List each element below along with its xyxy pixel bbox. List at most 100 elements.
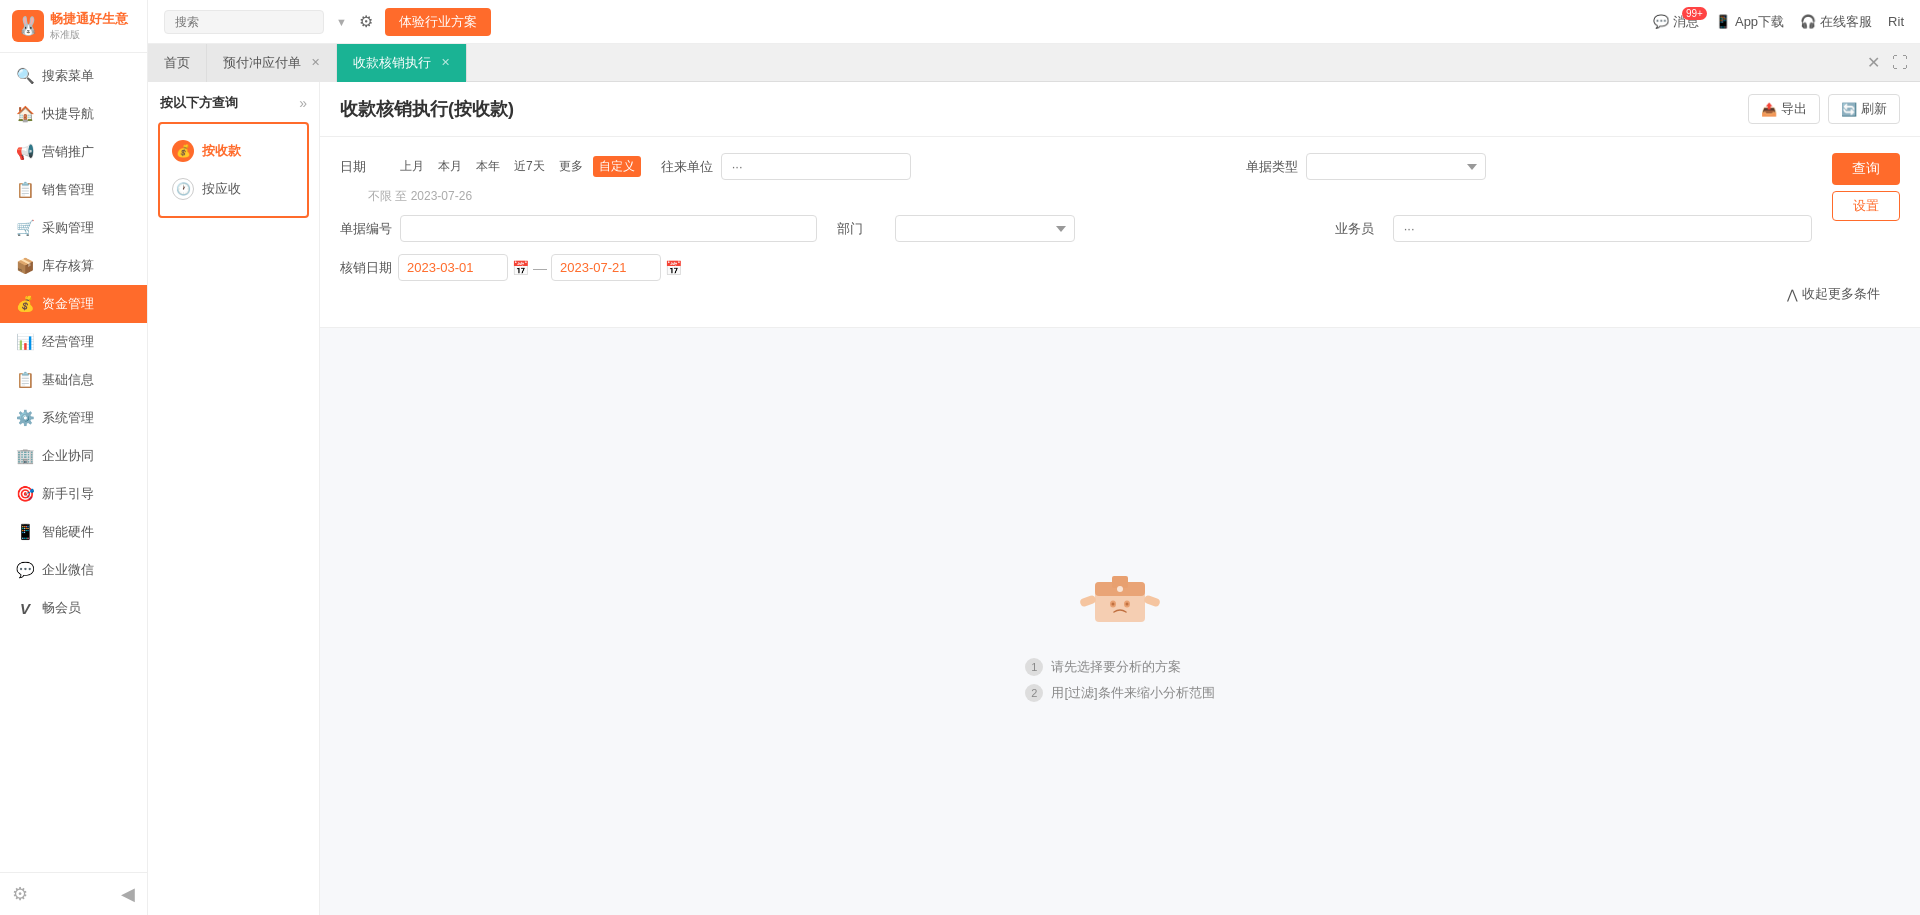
calendar-end-icon[interactable]: 📅	[665, 260, 682, 276]
top-header: ▼ ⚙ 体验行业方案 💬 消息 99+ 📱 App下载 🎧 在线客服 Rit	[148, 0, 1920, 44]
sidebar-item-guide[interactable]: 🎯 新手引导	[0, 475, 147, 513]
more-shortcut[interactable]: 更多	[555, 156, 587, 177]
svg-rect-8	[1079, 594, 1097, 607]
sidebar-logo: 🐰 畅捷通好生意 标准版	[0, 0, 147, 53]
logo-main: 畅捷通好生意	[50, 11, 128, 28]
salesperson-input[interactable]	[1393, 215, 1812, 242]
date-unlimited-text: 不限 至 2023-07-26	[368, 189, 472, 203]
last-month-shortcut[interactable]: 上月	[396, 156, 428, 177]
app-download-label: App下载	[1735, 13, 1784, 31]
empty-illustration	[1070, 542, 1170, 642]
logo-icon: 🐰	[12, 10, 44, 42]
main-content: 收款核销执行(按收款) 📤 导出 🔄 刷新	[320, 82, 1920, 915]
collapse-more-label: 收起更多条件	[1802, 285, 1880, 303]
receipt-icon: 💰	[172, 140, 194, 162]
sidebar-item-finance[interactable]: 💰 资金管理	[0, 285, 147, 323]
tab-maximize-icon[interactable]: ⛶	[1888, 52, 1912, 74]
sidebar-item-sales[interactable]: 📋 销售管理	[0, 171, 147, 209]
tab-close-window-icon[interactable]: ✕	[1863, 51, 1884, 74]
message-button[interactable]: 💬 消息 99+	[1653, 13, 1699, 31]
online-service-button[interactable]: 🎧 在线客服	[1800, 13, 1872, 31]
receivable-icon: 🕐	[172, 178, 194, 200]
sidebar-item-label: 新手引导	[42, 485, 94, 503]
filter-panel-header: 按以下方查询	[160, 94, 238, 112]
sidebar-item-marketing[interactable]: 📢 营销推广	[0, 133, 147, 171]
export-button[interactable]: 📤 导出	[1748, 94, 1820, 124]
verification-end-input[interactable]	[551, 254, 661, 281]
verification-start-input[interactable]	[398, 254, 508, 281]
sidebar-item-label: 系统管理	[42, 409, 94, 427]
sidebar-item-label: 资金管理	[42, 295, 94, 313]
bill-type-select[interactable]	[1306, 153, 1486, 180]
sidebar-item-enterprise[interactable]: 🏢 企业协同	[0, 437, 147, 475]
sidebar-item-label: 畅会员	[42, 599, 81, 617]
empty-tip-2: 2 用[过滤]条件来缩小分析范围	[1025, 684, 1214, 702]
settings-header-icon[interactable]: ⚙	[359, 12, 373, 31]
enterprise-icon: 🏢	[16, 447, 34, 465]
empty-state: 1 请先选择要分析的方案 2 用[过滤]条件来缩小分析范围	[320, 328, 1920, 915]
filter-by-receipt[interactable]: 💰 按收款	[160, 132, 307, 170]
query-button[interactable]: 查询	[1832, 153, 1900, 185]
this-year-shortcut[interactable]: 本年	[472, 156, 504, 177]
online-service-label: 在线客服	[1820, 13, 1872, 31]
bill-type-label: 单据类型	[1246, 158, 1298, 176]
sidebar-item-label: 经营管理	[42, 333, 94, 351]
this-month-shortcut[interactable]: 本月	[434, 156, 466, 177]
filter-by-receivable-label: 按应收	[202, 180, 241, 198]
header-actions: 💬 消息 99+ 📱 App下载 🎧 在线客服 Rit	[1653, 13, 1904, 31]
sidebar-item-purchase[interactable]: 🛒 采购管理	[0, 209, 147, 247]
page-actions: 📤 导出 🔄 刷新	[1748, 94, 1900, 124]
sidebar-item-search[interactable]: 🔍 搜索菜单	[0, 57, 147, 95]
sidebar-item-label: 企业微信	[42, 561, 94, 579]
sidebar-item-basic[interactable]: 📋 基础信息	[0, 361, 147, 399]
tab-bar: 首页 预付冲应付单 ✕ 收款核销执行 ✕ ✕ ⛶	[148, 44, 1920, 82]
department-select[interactable]	[895, 215, 1075, 242]
wechat-icon: 💬	[16, 561, 34, 579]
sidebar-item-wechat[interactable]: 💬 企业微信	[0, 551, 147, 589]
member-icon: V	[16, 600, 34, 617]
bill-type-field: 单据类型	[1246, 153, 1812, 180]
message-icon: 💬	[1653, 14, 1669, 29]
tab-prepay[interactable]: 预付冲应付单 ✕	[207, 44, 337, 82]
header-search-input[interactable]	[164, 10, 324, 34]
sidebar-item-label: 采购管理	[42, 219, 94, 237]
sidebar-item-member[interactable]: V 畅会员	[0, 589, 147, 627]
tip-num-1: 1	[1025, 658, 1043, 676]
page-title: 收款核销执行(按收款)	[340, 97, 514, 121]
query-form: 日期 上月 本月 本年 近7天 更多 自定义	[320, 137, 1920, 328]
verification-date-field: 核销日期 📅 — 📅	[340, 254, 682, 281]
tab-prepay-close-icon[interactable]: ✕	[311, 56, 320, 69]
setting-button[interactable]: 设置	[1832, 191, 1900, 221]
home-icon: 🏠	[16, 105, 34, 123]
custom-date-shortcut[interactable]: 自定义	[593, 156, 641, 177]
industry-solution-button[interactable]: 体验行业方案	[385, 8, 491, 36]
sidebar-item-operations[interactable]: 📊 经营管理	[0, 323, 147, 361]
empty-tip-1-text: 请先选择要分析的方案	[1051, 658, 1181, 676]
tab-controls: ✕ ⛶	[1855, 51, 1920, 74]
collapse-sidebar-icon[interactable]: ◀	[121, 883, 135, 905]
sidebar-item-hardware[interactable]: 📱 智能硬件	[0, 513, 147, 551]
collapse-filter-icon[interactable]: »	[299, 95, 307, 111]
date-label: 日期	[340, 158, 390, 176]
user-name[interactable]: Rit	[1888, 14, 1904, 29]
department-label: 部门	[837, 220, 887, 238]
empty-tip-2-text: 用[过滤]条件来缩小分析范围	[1051, 684, 1214, 702]
counterpart-label: 往来单位	[661, 158, 713, 176]
settings-icon[interactable]: ⚙	[12, 883, 28, 905]
tab-collection-close-icon[interactable]: ✕	[441, 56, 450, 69]
counterpart-input[interactable]	[721, 153, 911, 180]
guide-icon: 🎯	[16, 485, 34, 503]
salesperson-field: 业务员	[1335, 215, 1812, 242]
bill-no-input[interactable]	[400, 215, 817, 242]
app-download-button[interactable]: 📱 App下载	[1715, 13, 1784, 31]
calendar-start-icon[interactable]: 📅	[512, 260, 529, 276]
refresh-button[interactable]: 🔄 刷新	[1828, 94, 1900, 124]
collapse-more-button[interactable]: ⋀ 收起更多条件	[340, 281, 1900, 311]
filter-by-receivable[interactable]: 🕐 按应收	[160, 170, 307, 208]
last-7days-shortcut[interactable]: 近7天	[510, 156, 549, 177]
tab-collection[interactable]: 收款核销执行 ✕	[337, 44, 467, 82]
sidebar-item-system[interactable]: ⚙️ 系统管理	[0, 399, 147, 437]
tab-home[interactable]: 首页	[148, 44, 207, 82]
sidebar-item-quick-nav[interactable]: 🏠 快捷导航	[0, 95, 147, 133]
sidebar-item-inventory[interactable]: 📦 库存核算	[0, 247, 147, 285]
